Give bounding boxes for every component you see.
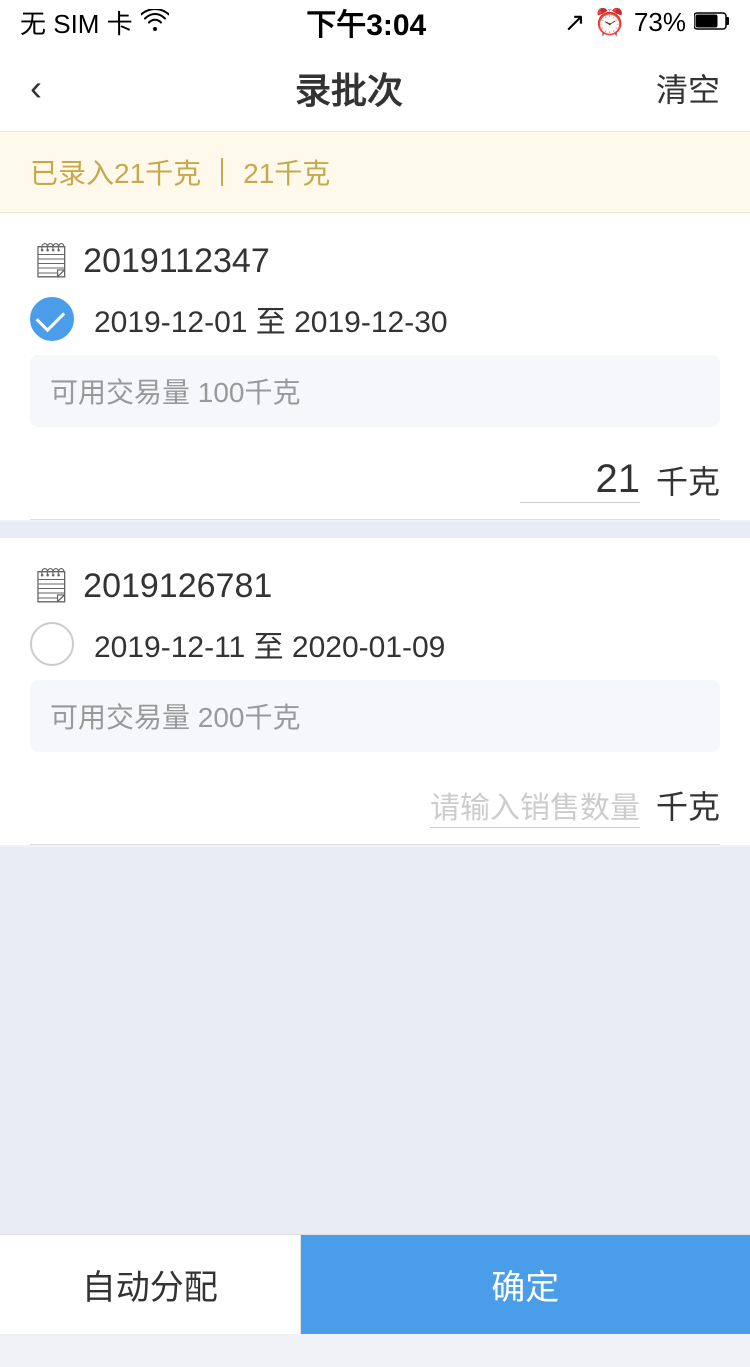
status-time: 下午3:04	[306, 0, 426, 44]
gray-area	[0, 847, 750, 1267]
batch-2-id: 2019126781	[83, 567, 272, 606]
batch-2-date: 2019-12-11 至 2020-01-09	[94, 622, 445, 666]
batch-1-header: 🗒 2019112347	[0, 213, 750, 291]
batch-1-quantity-unit: 千克	[656, 457, 720, 503]
batch-1-quantity-row: 21 千克	[0, 441, 750, 519]
battery-label: 73%	[634, 7, 686, 38]
confirm-button[interactable]: 确定	[301, 1235, 750, 1334]
batch-2-input-underline: 请输入销售数量	[430, 783, 640, 828]
location-icon: ↗	[564, 7, 586, 38]
back-button[interactable]: ‹	[30, 67, 42, 109]
batch-2-row[interactable]: 2019-12-11 至 2020-01-09	[0, 616, 750, 676]
batch-2-input-row: 请输入销售数量 千克	[0, 766, 750, 844]
batch-card-1: 🗒 2019112347 2019-12-01 至 2019-12-30 可用交…	[0, 213, 750, 520]
batch-1-id-icon: 🗒	[30, 241, 73, 281]
status-bar: 无 SIM 卡 下午3:04 ↗ ⏰ 73%	[0, 0, 750, 44]
auto-distribute-button[interactable]: 自动分配	[0, 1235, 301, 1334]
batch-2-available: 可用交易量 200千克	[30, 680, 720, 752]
batch-card-2: 🗒 2019126781 2019-12-11 至 2020-01-09 可用交…	[0, 538, 750, 845]
batch-1-quantity-underline: 21	[520, 457, 640, 503]
batch-2-radio[interactable]	[30, 622, 74, 666]
batch-1-date: 2019-12-01 至 2019-12-30	[94, 297, 448, 341]
batch-1-available: 可用交易量 100千克	[30, 355, 720, 427]
recorded-amount-label: 已录入21千克	[30, 152, 201, 192]
batch-1-id: 2019112347	[83, 242, 270, 281]
clear-button[interactable]: 清空	[656, 65, 720, 111]
status-right: ↗ ⏰ 73%	[564, 7, 730, 38]
nav-bar: ‹ 录批次 清空	[0, 44, 750, 132]
bottom-bar: 自动分配 确定	[0, 1234, 750, 1334]
info-banner: 已录入21千克 21千克	[0, 132, 750, 213]
batch-2-id-icon: 🗒	[30, 566, 73, 606]
amount-value: 21千克	[243, 152, 330, 192]
section-divider	[0, 522, 750, 538]
alarm-icon: ⏰	[594, 7, 626, 38]
wifi-icon	[141, 7, 169, 38]
batch-2-separator	[30, 844, 720, 845]
info-divider	[221, 158, 223, 186]
batch-2-header: 🗒 2019126781	[0, 538, 750, 616]
batch-1-available-text: 可用交易量 100千克	[50, 377, 301, 408]
batch-1-separator	[30, 519, 720, 520]
batch-1-radio[interactable]	[30, 297, 74, 341]
batch-2-input-placeholder: 请输入销售数量	[430, 792, 640, 825]
batch-2-available-text: 可用交易量 200千克	[50, 702, 301, 733]
page-title: 录批次	[295, 62, 403, 114]
battery-icon	[694, 7, 730, 38]
batch-2-input-unit: 千克	[656, 782, 720, 828]
batch-1-row[interactable]: 2019-12-01 至 2019-12-30	[0, 291, 750, 351]
batch-1-quantity-value: 21	[595, 457, 640, 501]
status-left: 无 SIM 卡	[20, 4, 169, 41]
no-sim-label: 无 SIM 卡	[20, 4, 133, 41]
